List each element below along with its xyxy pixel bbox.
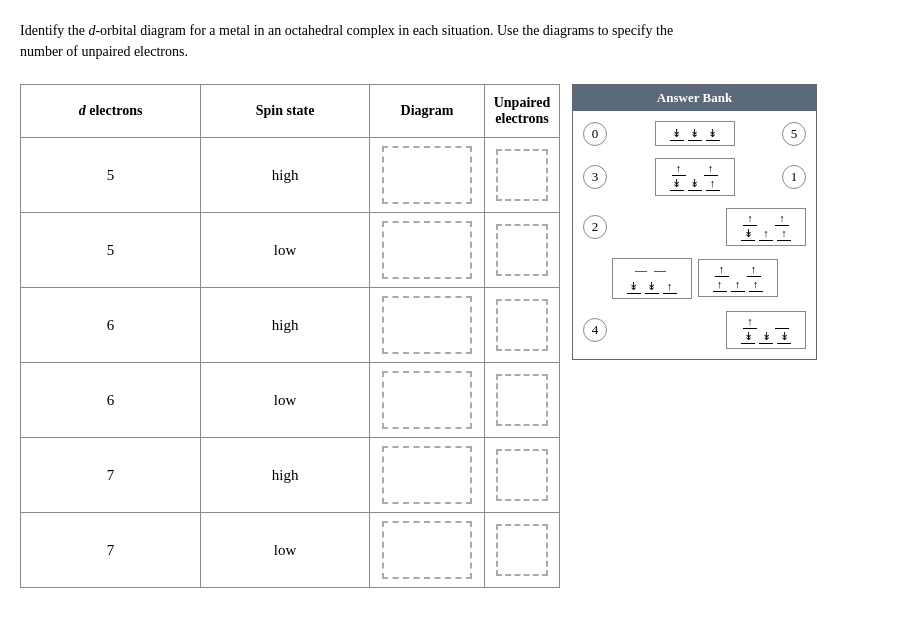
orbital-t2g-3: ↑ (706, 178, 720, 191)
answer-badge-0[interactable]: 0 (583, 122, 607, 146)
diagram-box (382, 296, 472, 354)
col-header-unpaired: Unpairedelectrons (485, 85, 560, 138)
col-header-diagram: Diagram (370, 85, 485, 138)
spin-state-value: low (201, 213, 370, 288)
ab-row-2: 3 ↑ ↑ ↡ (579, 156, 810, 198)
answer-diagram-4-unpaired[interactable]: ↑ ↑ ↡ (726, 311, 806, 349)
answer-diagram-left-4[interactable]: — — ↡ ↡ ↑ (612, 258, 692, 299)
diagram-box (382, 371, 472, 429)
unpaired-drop-target[interactable] (485, 138, 560, 213)
unpaired-box (496, 374, 548, 426)
table-row: 5 low (21, 213, 560, 288)
orbital-a2: ↡ (645, 281, 659, 294)
diagram-box (382, 221, 472, 279)
spin-state-value: high (201, 138, 370, 213)
d-electrons-value: 5 (21, 138, 201, 213)
table-row: 6 high (21, 288, 560, 363)
answer-badge-5[interactable]: 5 (782, 122, 806, 146)
col-header-d-electrons: d electrons (21, 85, 201, 138)
d-electrons-value: 5 (21, 213, 201, 288)
unpaired-box (496, 524, 548, 576)
unpaired-drop-target[interactable] (485, 363, 560, 438)
unpaired-box (496, 449, 548, 501)
orbital-c3: ↡ (741, 331, 755, 344)
answer-badge-4[interactable]: 4 (583, 318, 607, 342)
spin-state-value: high (201, 438, 370, 513)
main-layout: d electrons Spin state Diagram Unpairede… (20, 84, 883, 588)
orbital-eg-1: ↑ (672, 163, 686, 176)
orbital-t2g-1b: ↡ (741, 228, 755, 241)
orbital-c4: ↡ (759, 331, 773, 344)
answer-diagram-triple-filled[interactable]: ↡ ↡ ↡ (655, 121, 735, 146)
diagram-box (382, 446, 472, 504)
orbital-slot-2: ↡ (688, 128, 702, 141)
orbital-b1: ↑ (715, 264, 729, 277)
ab-row-3: 2 ↑ ↑ ↡ (579, 206, 810, 248)
ab-row-1: 0 ↡ ↡ ↡ (579, 119, 810, 148)
orbital-t2g-2b: ↑ (759, 228, 773, 241)
orbital-c5: ↡ (777, 331, 791, 344)
orbital-eg-2b: ↑ (775, 213, 789, 226)
spin-state-value: low (201, 363, 370, 438)
table-row: 7 high (21, 438, 560, 513)
ab-row-4: — — ↡ ↡ ↑ (579, 256, 810, 301)
unpaired-box (496, 299, 548, 351)
answer-badge-2[interactable]: 2 (583, 215, 607, 239)
answer-badge-3[interactable]: 3 (583, 165, 607, 189)
orbital-eg-2: ↑ (704, 163, 718, 176)
answer-bank: Answer Bank 0 ↡ ↡ (572, 84, 817, 360)
table-row: 5 high (21, 138, 560, 213)
orbital-b3: ↑ (713, 279, 727, 292)
orbital-b2: ↑ (747, 264, 761, 277)
answer-badge-1[interactable]: 1 (782, 165, 806, 189)
unpaired-drop-target[interactable] (485, 213, 560, 288)
orbital-a1: ↡ (627, 281, 641, 294)
orbital-c2: ↑ (775, 316, 789, 329)
answer-bank-header: Answer Bank (573, 85, 816, 111)
answer-bank-body: 0 ↡ ↡ ↡ (573, 111, 816, 359)
orbital-a3: ↑ (663, 281, 677, 294)
diagram-drop-target[interactable] (370, 138, 485, 213)
diagram-drop-target[interactable] (370, 438, 485, 513)
unpaired-drop-target[interactable] (485, 513, 560, 588)
d-electrons-value: 6 (21, 288, 201, 363)
unpaired-drop-target[interactable] (485, 288, 560, 363)
spin-state-value: high (201, 288, 370, 363)
d-electrons-value: 7 (21, 438, 201, 513)
diagram-drop-target[interactable] (370, 213, 485, 288)
unpaired-drop-target[interactable] (485, 438, 560, 513)
answer-diagram-2-unpaired[interactable]: ↑ ↑ ↡ (726, 208, 806, 246)
col-header-spin-state: Spin state (201, 85, 370, 138)
orbital-t2g-3b: ↑ (777, 228, 791, 241)
orbital-slot-3: ↡ (706, 128, 720, 141)
answer-diagram-3-unpaired[interactable]: ↑ ↑ ↡ (655, 158, 735, 196)
d-electrons-value: 6 (21, 363, 201, 438)
table-row: 7 low (21, 513, 560, 588)
orbital-eg-1b: ↑ (743, 213, 757, 226)
diagram-drop-target[interactable] (370, 513, 485, 588)
d-orbital-table: d electrons Spin state Diagram Unpairede… (20, 84, 560, 588)
spin-state-value: low (201, 513, 370, 588)
orbital-slot-1: ↡ (670, 128, 684, 141)
ab-row-5: 4 ↑ ↑ ↡ (579, 309, 810, 351)
orbital-t2g-1: ↡ (670, 178, 684, 191)
orbital-b5: ↑ (749, 279, 763, 292)
diagram-box (382, 521, 472, 579)
orbital-b4: ↑ (731, 279, 745, 292)
answer-diagram-right-4[interactable]: ↑ ↑ ↑ (698, 259, 778, 297)
unpaired-box (496, 224, 548, 276)
orbital-c1: ↑ (743, 316, 757, 329)
diagram-drop-target[interactable] (370, 288, 485, 363)
unpaired-box (496, 149, 548, 201)
orbital-t2g-2: ↡ (688, 178, 702, 191)
diagram-drop-target[interactable] (370, 363, 485, 438)
table-row: 6 low (21, 363, 560, 438)
diagram-box (382, 146, 472, 204)
instructions: Identify the d-orbital diagram for a met… (20, 20, 840, 62)
d-electrons-value: 7 (21, 513, 201, 588)
